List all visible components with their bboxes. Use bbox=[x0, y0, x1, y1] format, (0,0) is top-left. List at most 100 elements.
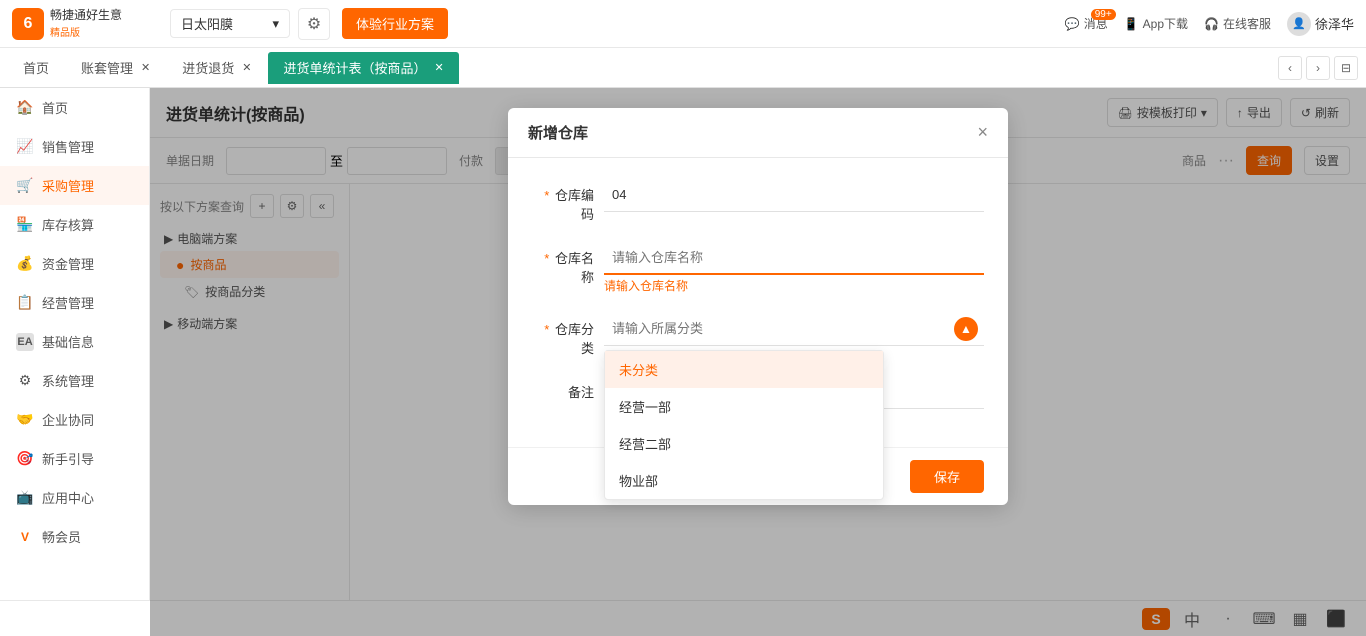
name-field-row: * 仓库名称 请输入仓库名称 bbox=[532, 241, 984, 294]
content-area: 进货单统计(按商品) 🖨 按模板打印 ▾ ↑ 导出 ↺ 刷新 单据日期 bbox=[150, 88, 1366, 636]
dialog-header: 新增仓库 × bbox=[508, 108, 1008, 158]
tab-account-close[interactable]: ✕ bbox=[141, 61, 150, 74]
headset-icon: 🎧 bbox=[1204, 17, 1219, 31]
sidebar-inventory-label: 库存核算 bbox=[42, 215, 94, 234]
settings-button[interactable]: ⚙ bbox=[298, 8, 330, 40]
sidebar-item-basic[interactable]: EA 基础信息 bbox=[0, 322, 149, 361]
sidebar-home-label: 首页 bbox=[42, 98, 68, 117]
dropdown-toggle-button[interactable]: ▲ bbox=[954, 317, 978, 341]
code-input-wrap bbox=[604, 178, 984, 212]
sidebar-item-system[interactable]: ⚙ 系统管理 bbox=[0, 361, 149, 400]
store-name: 日太阳膜 bbox=[181, 14, 233, 33]
dialog-body: * 仓库编码 * 仓库名称 bbox=[508, 158, 1008, 447]
dialog-close-button[interactable]: × bbox=[977, 122, 988, 143]
category-input[interactable] bbox=[604, 312, 984, 346]
required-star-code: * bbox=[544, 188, 549, 203]
tab-return[interactable]: 进货退货 ✕ bbox=[167, 52, 266, 84]
tab-controls: ‹ › ⊟ bbox=[1278, 56, 1358, 80]
message-button[interactable]: 💬 消息 99+ bbox=[1065, 15, 1108, 32]
operation-icon: 📋 bbox=[16, 294, 34, 312]
sidebar-item-operation[interactable]: 📋 经营管理 bbox=[0, 283, 149, 322]
user-area[interactable]: 👤 徐泽华 bbox=[1287, 12, 1354, 36]
sidebar: 🏠 首页 📈 销售管理 🛒 采购管理 🏪 库存核算 💰 资金管理 📋 经营管理 … bbox=[0, 88, 150, 636]
store-selector[interactable]: 日太阳膜 ▾ bbox=[170, 9, 290, 38]
dropdown-item-3[interactable]: 物业部 bbox=[605, 462, 883, 499]
home-icon: 🏠 bbox=[16, 99, 34, 117]
chevron-down-icon: ▾ bbox=[272, 16, 279, 32]
finance-icon: 💰 bbox=[16, 255, 34, 273]
required-star-category: * bbox=[544, 322, 549, 337]
top-header: 6 畅捷通好生意 精品版 日太阳膜 ▾ ⚙ 体验行业方案 💬 消息 99+ 📱 … bbox=[0, 0, 1366, 48]
message-icon: 💬 bbox=[1065, 17, 1080, 31]
sidebar-guide-label: 新手引导 bbox=[42, 449, 94, 468]
logo-area: 6 畅捷通好生意 精品版 bbox=[12, 8, 162, 40]
dialog-overlay: 新增仓库 × * 仓库编码 bbox=[150, 88, 1366, 636]
sidebar-item-enterprise[interactable]: 🤝 企业协同 bbox=[0, 400, 149, 439]
category-dropdown-list: 未分类 经营一部 经营二部 物业部 bbox=[604, 350, 884, 500]
name-input-wrap: 请输入仓库名称 bbox=[604, 241, 984, 294]
tab-return-close[interactable]: ✕ bbox=[242, 61, 251, 74]
message-badge: 99+ bbox=[1091, 9, 1116, 20]
logo-badge: 精品版 bbox=[50, 24, 122, 39]
save-button[interactable]: 保存 bbox=[910, 460, 984, 493]
sidebar-system-label: 系统管理 bbox=[42, 371, 94, 390]
dropdown-item-0[interactable]: 未分类 bbox=[605, 351, 883, 388]
tab-menu-button[interactable]: ⊟ bbox=[1334, 56, 1358, 80]
sidebar-item-purchase[interactable]: 🛒 采购管理 bbox=[0, 166, 149, 205]
inventory-icon: 🏪 bbox=[16, 216, 34, 234]
tab-account-label: 账套管理 bbox=[81, 58, 133, 77]
gear-icon: ⚙ bbox=[307, 14, 321, 34]
basic-icon: EA bbox=[16, 333, 34, 351]
add-warehouse-dialog: 新增仓库 × * 仓库编码 bbox=[508, 108, 1008, 505]
online-service-label: 在线客服 bbox=[1223, 15, 1271, 32]
dialog-title: 新增仓库 bbox=[528, 122, 588, 143]
tab-home[interactable]: 首页 bbox=[8, 52, 64, 84]
tab-stats-close[interactable]: ✕ bbox=[435, 61, 444, 74]
phone-icon: 📱 bbox=[1124, 17, 1139, 31]
sidebar-item-vip[interactable]: V 畅会员 bbox=[0, 517, 149, 556]
dropdown-item-2[interactable]: 经营二部 bbox=[605, 425, 883, 462]
app-download-label: App下载 bbox=[1143, 15, 1188, 32]
enterprise-icon: 🤝 bbox=[16, 411, 34, 429]
sidebar-finance-label: 资金管理 bbox=[42, 254, 94, 273]
sidebar-item-apps[interactable]: 📺 应用中心 bbox=[0, 478, 149, 517]
system-icon: ⚙ bbox=[16, 372, 34, 390]
dropdown-item-1[interactable]: 经营一部 bbox=[605, 388, 883, 425]
tab-next-button[interactable]: › bbox=[1306, 56, 1330, 80]
category-dropdown-wrap: ▲ 未分类 经营一部 经营二部 bbox=[604, 312, 984, 346]
sidebar-basic-label: 基础信息 bbox=[42, 332, 94, 351]
user-name: 徐泽华 bbox=[1315, 14, 1354, 33]
logo-icon: 6 bbox=[12, 8, 44, 40]
name-error-msg: 请输入仓库名称 bbox=[604, 277, 984, 294]
tab-prev-button[interactable]: ‹ bbox=[1278, 56, 1302, 80]
warehouse-code-input[interactable] bbox=[604, 178, 984, 212]
tab-stats[interactable]: 进货单统计表（按商品） ✕ bbox=[268, 52, 458, 84]
sidebar-vip-label: 畅会员 bbox=[42, 527, 81, 546]
tab-account[interactable]: 账套管理 ✕ bbox=[66, 52, 165, 84]
sidebar-item-guide[interactable]: 🎯 新手引导 bbox=[0, 439, 149, 478]
code-field-row: * 仓库编码 bbox=[532, 178, 984, 223]
tab-home-label: 首页 bbox=[23, 58, 49, 77]
sidebar-purchase-label: 采购管理 bbox=[42, 176, 94, 195]
sidebar-item-sales[interactable]: 📈 销售管理 bbox=[0, 127, 149, 166]
try-industry-button[interactable]: 体验行业方案 bbox=[342, 8, 448, 39]
tab-stats-label: 进货单统计表（按商品） bbox=[283, 58, 426, 77]
sidebar-item-inventory[interactable]: 🏪 库存核算 bbox=[0, 205, 149, 244]
sidebar-item-finance[interactable]: 💰 资金管理 bbox=[0, 244, 149, 283]
online-service-button[interactable]: 🎧 在线客服 bbox=[1204, 15, 1271, 32]
sidebar-apps-label: 应用中心 bbox=[42, 488, 94, 507]
tab-return-label: 进货退货 bbox=[182, 58, 234, 77]
header-icons: 💬 消息 99+ 📱 App下载 🎧 在线客服 👤 徐泽华 bbox=[1065, 12, 1354, 36]
sidebar-operation-label: 经营管理 bbox=[42, 293, 94, 312]
sales-icon: 📈 bbox=[16, 138, 34, 156]
logo-text: 畅捷通好生意 bbox=[50, 8, 122, 24]
tab-bar: 首页 账套管理 ✕ 进货退货 ✕ 进货单统计表（按商品） ✕ ‹ › ⊟ bbox=[0, 48, 1366, 88]
remark-label: 备注 bbox=[532, 375, 604, 401]
warehouse-name-input[interactable] bbox=[604, 241, 984, 275]
category-field-row: * 仓库分类 ▲ 未分类 经 bbox=[532, 312, 984, 357]
sidebar-item-home[interactable]: 🏠 首页 bbox=[0, 88, 149, 127]
app-download-button[interactable]: 📱 App下载 bbox=[1124, 15, 1188, 32]
name-label: * 仓库名称 bbox=[532, 241, 604, 286]
sidebar-enterprise-label: 企业协同 bbox=[42, 410, 94, 429]
code-label: * 仓库编码 bbox=[532, 178, 604, 223]
